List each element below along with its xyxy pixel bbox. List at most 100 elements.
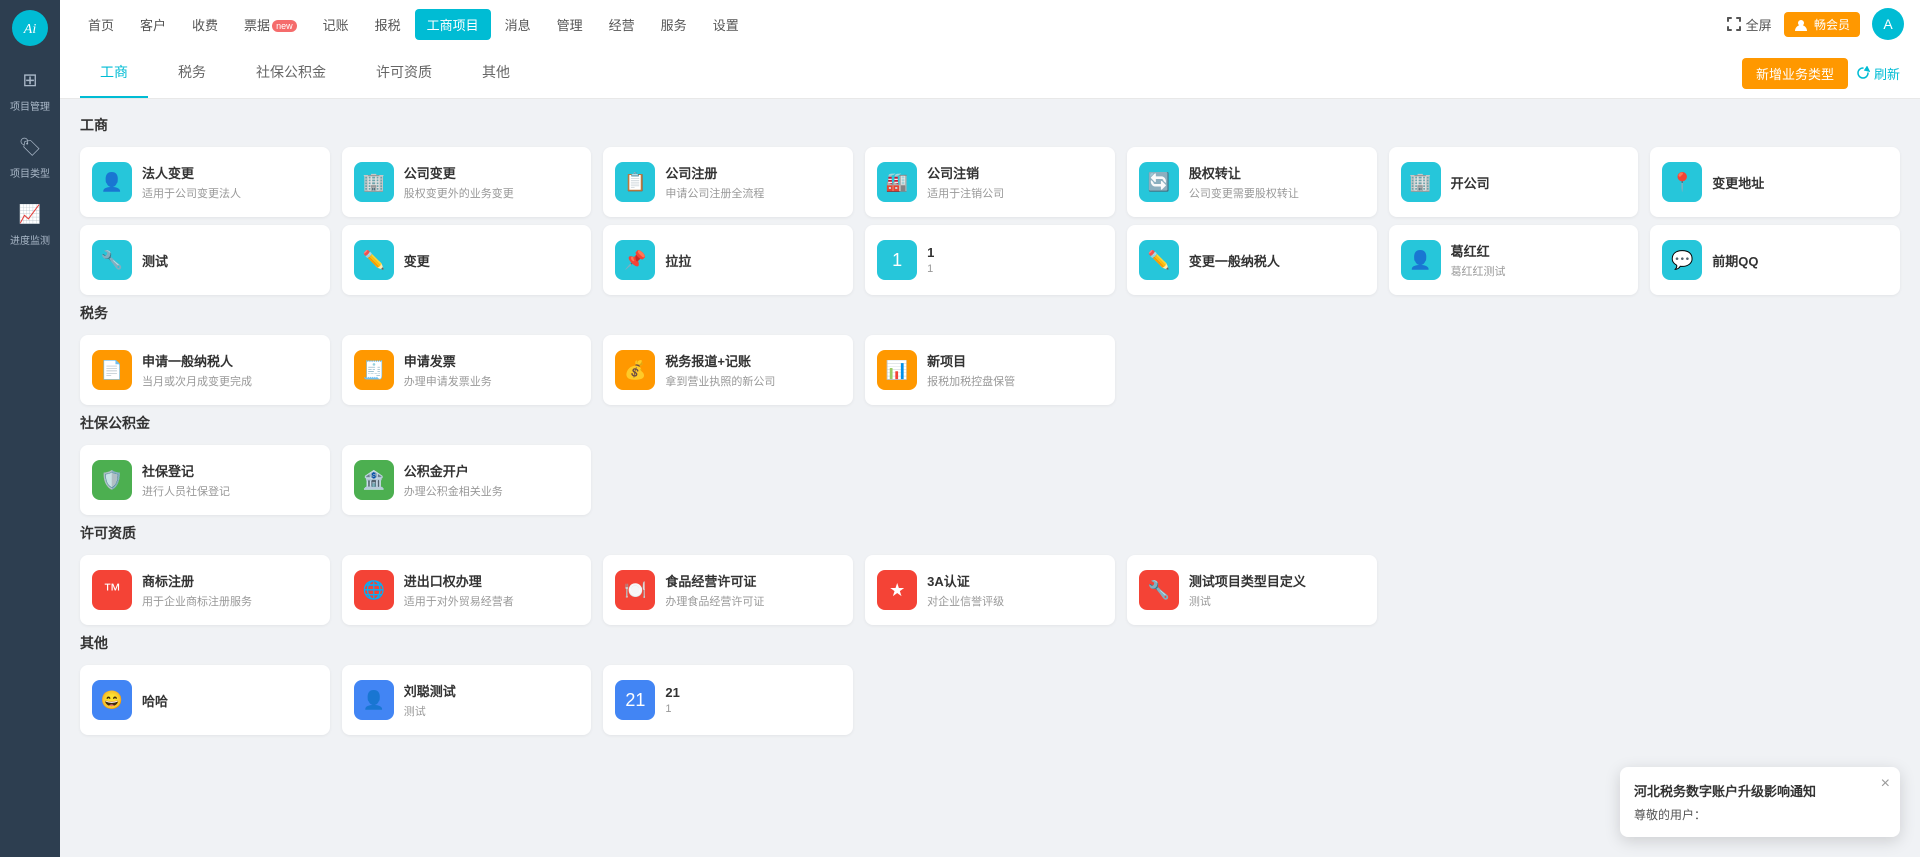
topnav-item-8[interactable]: 管理 bbox=[545, 9, 595, 40]
notification-content: 尊敬的用户： bbox=[1634, 806, 1886, 823]
topnav-item-7[interactable]: 消息 bbox=[493, 9, 543, 40]
card-title-2-3: 新项目 bbox=[927, 351, 1103, 370]
card-desc-4-3: 对企业信誉评级 bbox=[927, 593, 1103, 609]
topnav-item-11[interactable]: 设置 bbox=[701, 9, 751, 40]
card-text-0-2: 公司注册 申请公司注册全流程 bbox=[665, 163, 841, 201]
card-3-0[interactable]: 🛡️ 社保登记 进行人员社保登记 bbox=[80, 445, 330, 515]
card-text-5-1: 刘聪测试 测试 bbox=[404, 681, 580, 719]
card-desc-3-0: 进行人员社保登记 bbox=[142, 483, 318, 499]
card-2-2[interactable]: 💰 税务报道+记账 拿到营业执照的新公司 bbox=[603, 335, 853, 405]
new-type-button[interactable]: 新增业务类型 bbox=[1742, 58, 1848, 89]
topnav-item-2[interactable]: 收费 bbox=[180, 9, 230, 40]
card-desc-2-1: 办理申请发票业务 bbox=[404, 373, 580, 389]
card-1-2[interactable]: 📌 拉拉 bbox=[603, 225, 853, 295]
sidebar-item-2[interactable]: 📈进度监测 bbox=[10, 190, 50, 257]
card-1-3[interactable]: 1 1 1 bbox=[865, 225, 1115, 295]
card-0-1[interactable]: 🏢 公司变更 股权变更外的业务变更 bbox=[342, 147, 592, 217]
sidebar: Ai ⊞项目管理🏷项目类型📈进度监测 bbox=[0, 0, 60, 857]
sidebar-label-2: 进度监测 bbox=[10, 232, 50, 247]
tabs-bar-right: 新增业务类型 刷新 bbox=[1742, 58, 1900, 89]
badge-3: new bbox=[272, 20, 297, 32]
logo[interactable]: Ai bbox=[12, 10, 48, 46]
card-0-0[interactable]: 👤 法人变更 适用于公司变更法人 bbox=[80, 147, 330, 217]
card-icon-0-3: 🏭 bbox=[877, 162, 917, 202]
card-2-3[interactable]: 📊 新项目 报税加税控盘保管 bbox=[865, 335, 1115, 405]
card-0-6[interactable]: 📍 变更地址 bbox=[1650, 147, 1900, 217]
card-title-2-1: 申请发票 bbox=[404, 351, 580, 370]
card-text-4-0: 商标注册 用于企业商标注册服务 bbox=[142, 571, 318, 609]
card-icon-2-2: 💰 bbox=[615, 350, 655, 390]
sidebar-item-0[interactable]: ⊞项目管理 bbox=[10, 56, 50, 123]
card-4-0[interactable]: ™ 商标注册 用于企业商标注册服务 bbox=[80, 555, 330, 625]
card-desc-1-3: 1 bbox=[927, 263, 1103, 275]
card-text-0-6: 变更地址 bbox=[1712, 173, 1888, 192]
card-title-1-5: 葛红红 bbox=[1451, 241, 1627, 260]
card-icon-4-3: ★ bbox=[877, 570, 917, 610]
card-title-3-0: 社保登记 bbox=[142, 461, 318, 480]
card-1-4[interactable]: ✏️ 变更一般纳税人 bbox=[1127, 225, 1377, 295]
topnav-item-0[interactable]: 首页 bbox=[76, 9, 126, 40]
card-title-1-0: 测试 bbox=[142, 251, 318, 270]
card-text-2-1: 申请发票 办理申请发票业务 bbox=[404, 351, 580, 389]
refresh-button[interactable]: 刷新 bbox=[1856, 58, 1900, 89]
card-text-4-4: 测试项目类型目定义 测试 bbox=[1189, 571, 1365, 609]
card-5-2[interactable]: 21 21 1 bbox=[603, 665, 853, 735]
card-1-0[interactable]: 🔧 测试 bbox=[80, 225, 330, 295]
topnav-item-6[interactable]: 工商项目 bbox=[415, 9, 491, 40]
card-icon-3-1: 🏦 bbox=[354, 460, 394, 500]
card-0-5[interactable]: 🏢 开公司 bbox=[1389, 147, 1639, 217]
card-1-6[interactable]: 💬 前期QQ bbox=[1650, 225, 1900, 295]
card-icon-4-0: ™ bbox=[92, 570, 132, 610]
card-4-4[interactable]: 🔧 测试项目类型目定义 测试 bbox=[1127, 555, 1377, 625]
card-icon-1-2: 📌 bbox=[615, 240, 655, 280]
topnav-item-10[interactable]: 服务 bbox=[649, 9, 699, 40]
card-5-1[interactable]: 👤 刘聪测试 测试 bbox=[342, 665, 592, 735]
card-3-1[interactable]: 🏦 公积金开户 办理公积金相关业务 bbox=[342, 445, 592, 515]
card-text-3-1: 公积金开户 办理公积金相关业务 bbox=[404, 461, 580, 499]
card-desc-0-3: 适用于注销公司 bbox=[927, 185, 1103, 201]
fullscreen-btn[interactable]: 全屏 bbox=[1726, 15, 1772, 34]
card-0-3[interactable]: 🏭 公司注销 适用于注销公司 bbox=[865, 147, 1115, 217]
card-text-0-1: 公司变更 股权变更外的业务变更 bbox=[404, 163, 580, 201]
member-button[interactable]: 畅会员 bbox=[1784, 12, 1860, 37]
tabs-bar: 工商税务社保公积金许可资质其他 新增业务类型 刷新 bbox=[60, 48, 1920, 99]
topnav-item-1[interactable]: 客户 bbox=[128, 9, 178, 40]
notification-close[interactable]: × bbox=[1881, 775, 1890, 793]
card-title-1-2: 拉拉 bbox=[665, 251, 841, 270]
card-icon-0-5: 🏢 bbox=[1401, 162, 1441, 202]
card-desc-1-5: 葛红红测试 bbox=[1451, 263, 1627, 279]
topnav-item-4[interactable]: 记账 bbox=[311, 9, 361, 40]
card-4-1[interactable]: 🌐 进出口权办理 适用于对外贸易经营者 bbox=[342, 555, 592, 625]
tab-2[interactable]: 社保公积金 bbox=[236, 48, 346, 98]
card-title-0-3: 公司注销 bbox=[927, 163, 1103, 182]
card-desc-4-1: 适用于对外贸易经营者 bbox=[404, 593, 580, 609]
fullscreen-label: 全屏 bbox=[1746, 15, 1772, 34]
card-title-1-6: 前期QQ bbox=[1712, 251, 1888, 270]
card-title-4-2: 食品经营许可证 bbox=[665, 571, 841, 590]
card-title-2-0: 申请一般纳税人 bbox=[142, 351, 318, 370]
cards-grid-2: 📄 申请一般纳税人 当月或次月成变更完成 🧾 申请发票 办理申请发票业务 💰 税… bbox=[80, 335, 1900, 405]
card-title-4-4: 测试项目类型目定义 bbox=[1189, 571, 1365, 590]
topnav-item-5[interactable]: 报税 bbox=[363, 9, 413, 40]
user-avatar[interactable]: A bbox=[1872, 8, 1904, 40]
card-4-3[interactable]: ★ 3A认证 对企业信誉评级 bbox=[865, 555, 1115, 625]
card-4-2[interactable]: 🍽️ 食品经营许可证 办理食品经营许可证 bbox=[603, 555, 853, 625]
card-0-4[interactable]: 🔄 股权转让 公司变更需要股权转让 bbox=[1127, 147, 1377, 217]
tab-3[interactable]: 许可资质 bbox=[356, 48, 452, 98]
svg-text:Ai: Ai bbox=[23, 22, 37, 37]
card-2-1[interactable]: 🧾 申请发票 办理申请发票业务 bbox=[342, 335, 592, 405]
tab-4[interactable]: 其他 bbox=[462, 48, 530, 98]
card-0-2[interactable]: 📋 公司注册 申请公司注册全流程 bbox=[603, 147, 853, 217]
card-desc-2-0: 当月或次月成变更完成 bbox=[142, 373, 318, 389]
card-5-0[interactable]: 😄 哈哈 bbox=[80, 665, 330, 735]
section-title-2: 税务 bbox=[80, 303, 1900, 323]
topnav-item-3[interactable]: 票据new bbox=[232, 9, 309, 40]
card-1-5[interactable]: 👤 葛红红 葛红红测试 bbox=[1389, 225, 1639, 295]
sidebar-item-1[interactable]: 🏷项目类型 bbox=[10, 123, 50, 190]
card-title-0-2: 公司注册 bbox=[665, 163, 841, 182]
tab-0[interactable]: 工商 bbox=[80, 48, 148, 98]
topnav-item-9[interactable]: 经营 bbox=[597, 9, 647, 40]
tab-1[interactable]: 税务 bbox=[158, 48, 226, 98]
card-1-1[interactable]: ✏️ 变更 bbox=[342, 225, 592, 295]
card-2-0[interactable]: 📄 申请一般纳税人 当月或次月成变更完成 bbox=[80, 335, 330, 405]
